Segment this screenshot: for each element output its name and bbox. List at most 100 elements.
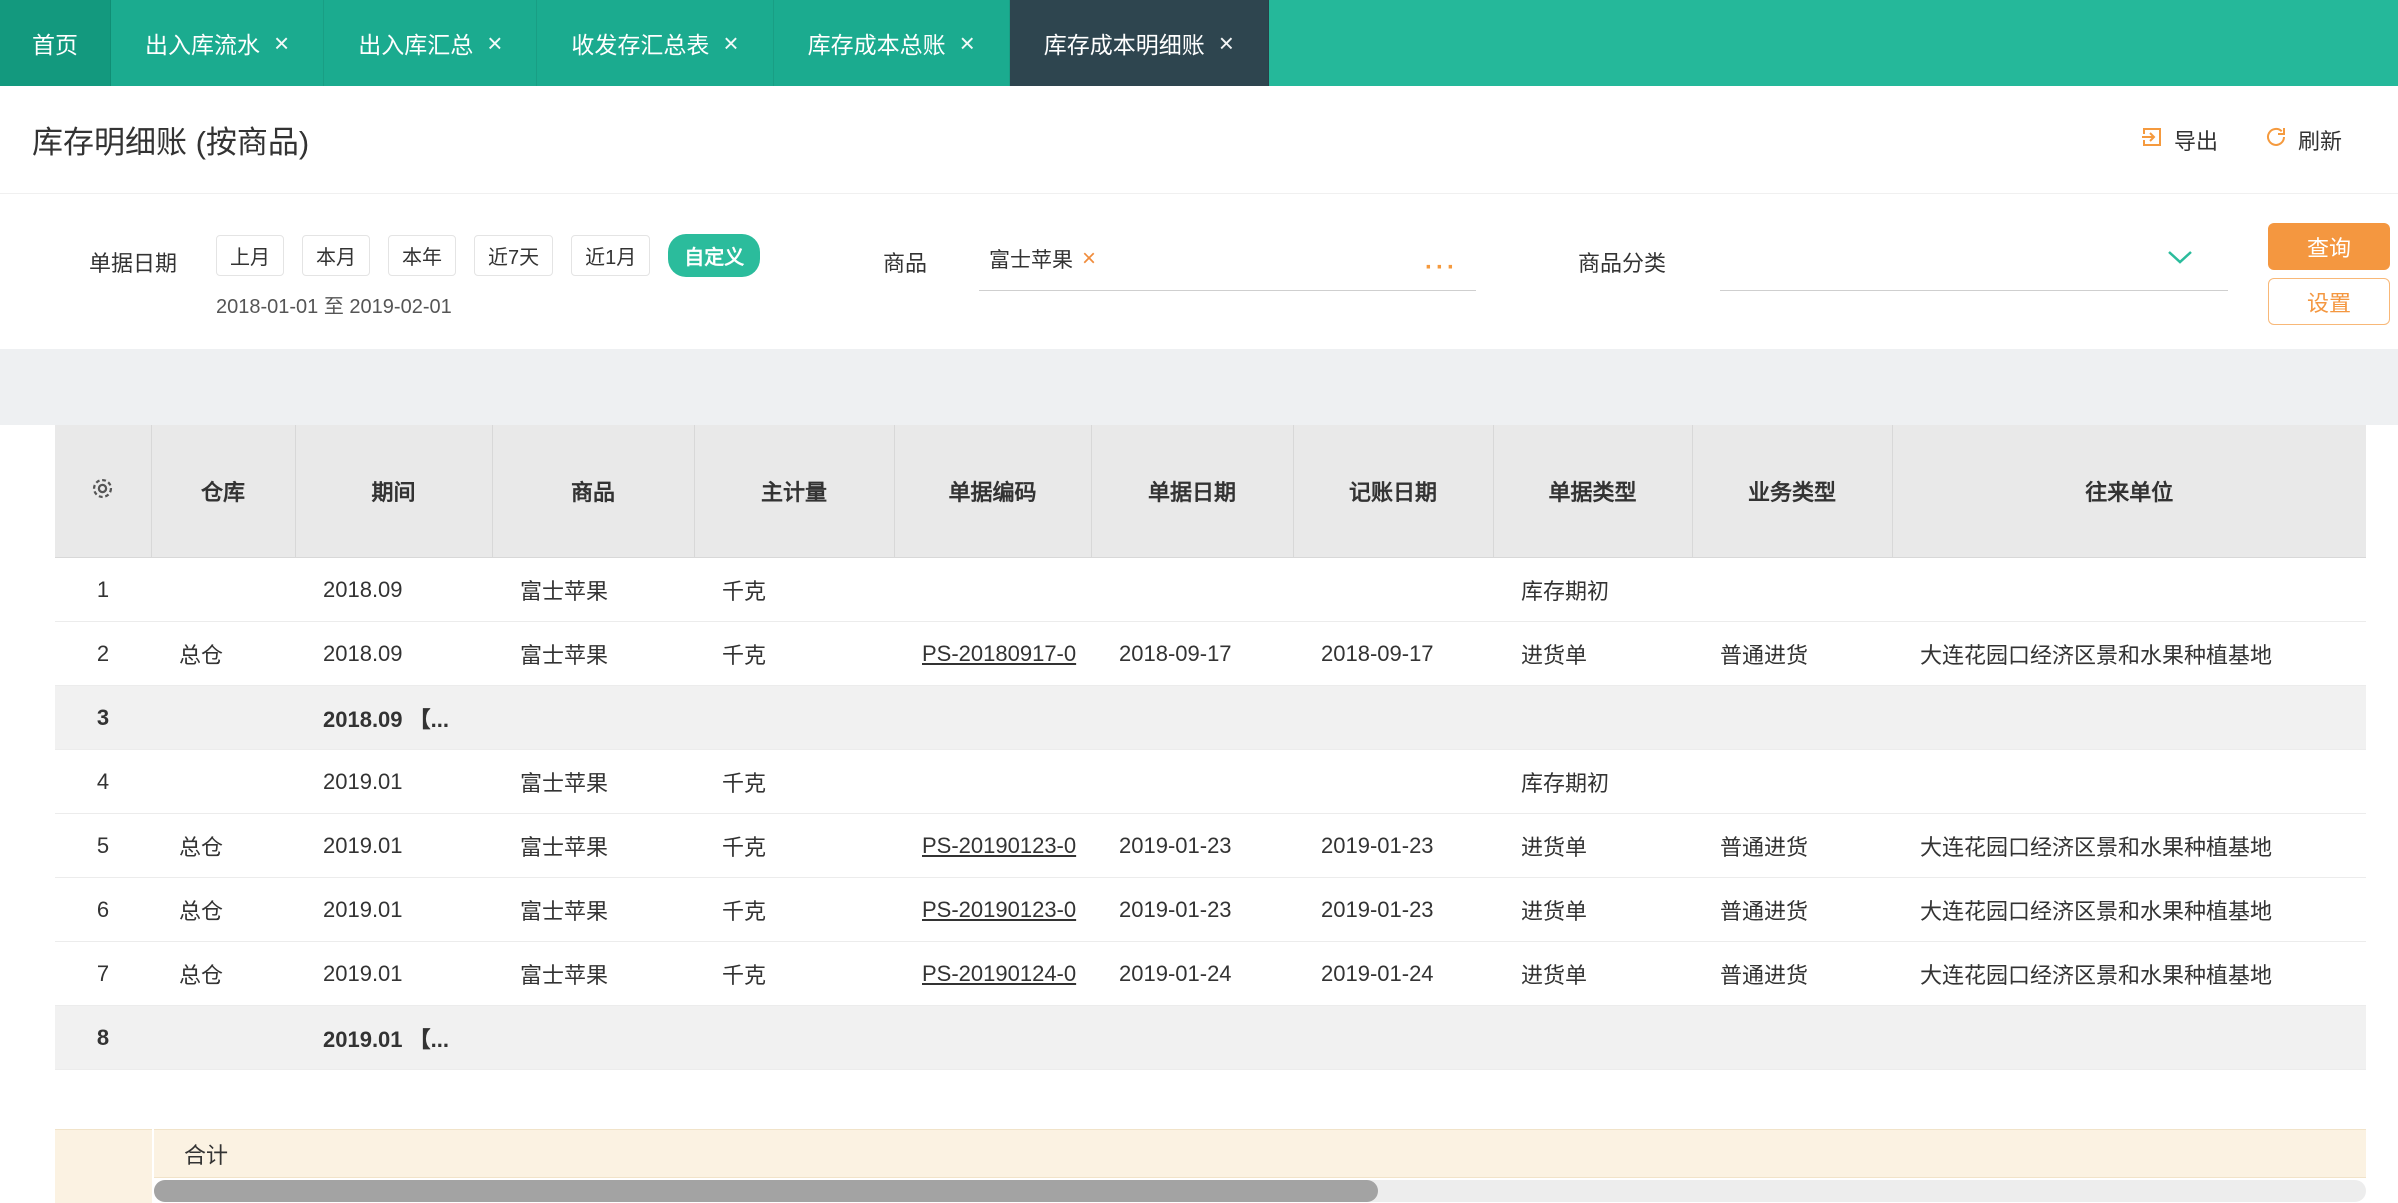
cell: 千克 [694,877,894,942]
column-header-1: 期间 [295,425,493,558]
cell: 2019.01 [295,813,492,878]
quick-date-chip-0[interactable]: 上月 [216,235,284,276]
cell: 富士苹果 [492,813,694,878]
cell: 2019.01 [295,877,492,942]
product-tag-remove-icon[interactable]: × [1082,247,1096,271]
cell: 富士苹果 [492,877,694,942]
cell: 2019-01-23 [1293,813,1493,878]
cell: 千克 [694,621,894,686]
table-row-5: 5 总仓 2019.01 富士苹果 千克 PS-20190123-0 2019-01-23 2… [55,813,2366,878]
tab-close-icon[interactable]: × [960,30,975,56]
cell: 总仓 [151,877,295,942]
cell: 库存期初 [1493,557,1692,622]
tab-close-icon[interactable]: × [1219,30,1234,56]
product-tag: 富士苹果 × [989,244,1096,274]
tab-label: 库存成本总账 [807,32,946,58]
cell: PS-20190123-0 [894,877,1091,942]
product-more-button[interactable]: ··· [1425,254,1458,282]
tab-close-icon[interactable]: × [487,30,502,56]
cell: 进货单 [1493,621,1692,686]
cell: 大连花园口经济区景和水果种植基地 [1892,813,2366,878]
horizontal-scrollbar-track[interactable] [154,1180,2366,1202]
export-icon [2140,125,2164,155]
column-header-3: 主计量 [694,425,895,558]
table-row-7: 7 总仓 2019.01 富士苹果 千克 PS-20190124-0 2019-01-24 2… [55,941,2366,1006]
tab-1[interactable]: 出入库流水 × [111,0,325,86]
cell: 进货单 [1493,941,1692,1006]
cell: 2018-09-17 [1091,621,1293,686]
doc-code-link[interactable]: PS-20180917-0 [922,641,1076,666]
cell: 大连花园口经济区景和水果种植基地 [1892,621,2366,686]
table-row-6: 6 总仓 2019.01 富士苹果 千克 PS-20190123-0 2019-01-23 2… [55,877,2366,942]
total-label: 合计 [184,1142,229,1168]
cell [1293,749,1493,814]
settings-button[interactable]: 设置 [2268,278,2390,325]
cell: 总仓 [151,941,295,1006]
row-number: 7 [55,941,151,1006]
doc-code-link[interactable]: PS-20190123-0 [922,897,1076,922]
tab-2[interactable]: 出入库汇总 × [324,0,538,86]
cell: 大连花园口经济区景和水果种植基地 [1892,941,2366,1006]
quick-date-chip-2[interactable]: 本年 [388,235,456,276]
date-quick-chips: 上月 本月 本年 近7天 近1月 自定义 [216,234,761,277]
export-button[interactable]: 导出 [2140,124,2218,156]
column-header-5: 单据日期 [1091,425,1294,558]
row-number: 4 [55,749,151,814]
cell: 2019.01 [295,941,492,1006]
column-header-9: 往来单位 [1892,425,2366,558]
cell: PS-20180917-0 [894,621,1091,686]
product-select-field[interactable]: 富士苹果 × ··· [979,228,1476,291]
gear-icon[interactable] [89,478,116,507]
summary-cell: 2018.09 【... [151,685,2366,750]
refresh-icon [2264,125,2288,155]
cell: PS-20190124-0 [894,941,1091,1006]
tab-close-icon[interactable]: × [274,30,289,56]
cell: 千克 [694,813,894,878]
row-number: 5 [55,813,151,878]
table-row-3: 3 2018.09 【... [55,685,2366,750]
horizontal-scrollbar-thumb[interactable] [154,1180,1378,1202]
quick-date-chip-3[interactable]: 近7天 [474,235,554,276]
column-header-6: 记账日期 [1293,425,1494,558]
doc-code-link[interactable]: PS-20190123-0 [922,833,1076,858]
cell [151,557,295,622]
cell: 库存期初 [1493,749,1692,814]
tab-close-icon[interactable]: × [723,30,738,56]
refresh-button[interactable]: 刷新 [2264,124,2342,156]
doc-code-link[interactable]: PS-20190124-0 [922,961,1076,986]
quick-date-chip-4[interactable]: 近1月 [571,235,651,276]
cell: 2019-01-24 [1091,941,1293,1006]
section-divider [0,349,2398,425]
table-head: 仓库 期间 商品 主计量 单据编码 单据日期 记账日期 单据类型 业务类型 往来单位 [55,425,2366,558]
tab-3[interactable]: 收发存汇总表 × [537,0,774,86]
category-select-field[interactable] [1720,228,2228,291]
page-title: 库存明细账 (按商品) [32,125,310,160]
cell: 2018-09-17 [1293,621,1493,686]
refresh-label: 刷新 [2297,128,2342,154]
cell: 2018.09 [295,557,492,622]
chevron-down-icon[interactable] [2166,248,2194,271]
cell: 2019-01-23 [1091,813,1293,878]
custom-date-chip[interactable]: 自定义 [668,234,761,277]
cell: 进货单 [1493,877,1692,942]
date-filter-label: 单据日期 [89,251,178,276]
category-filter-label: 商品分类 [1578,251,1667,276]
query-button[interactable]: 查询 [2268,223,2390,270]
cell: 大连花园口经济区景和水果种植基地 [1892,877,2366,942]
cell: 2019.01 [295,749,492,814]
cell: 千克 [694,749,894,814]
cell: 2018.09 [295,621,492,686]
column-header-7: 单据类型 [1493,425,1693,558]
tab-5[interactable]: 库存成本明细账 × [1009,0,1269,86]
cell: 进货单 [1493,813,1692,878]
cell: 千克 [694,557,894,622]
cell: 普通进货 [1692,941,1892,1006]
column-header-8: 业务类型 [1692,425,1893,558]
table-body: 1 2018.09 富士苹果 千克 库存期初 2 总仓 2018.09 富士苹果 千克 PS-201… [55,557,2366,1070]
tab-4[interactable]: 库存成本总账 × [773,0,1010,86]
tab-label: 库存成本明细账 [1043,32,1205,58]
tab-0[interactable]: 首页 [0,0,111,86]
cell: 千克 [694,941,894,1006]
table-header-row: 仓库 期间 商品 主计量 单据编码 单据日期 记账日期 单据类型 业务类型 往来单位 [55,425,2366,558]
quick-date-chip-1[interactable]: 本月 [302,235,370,276]
